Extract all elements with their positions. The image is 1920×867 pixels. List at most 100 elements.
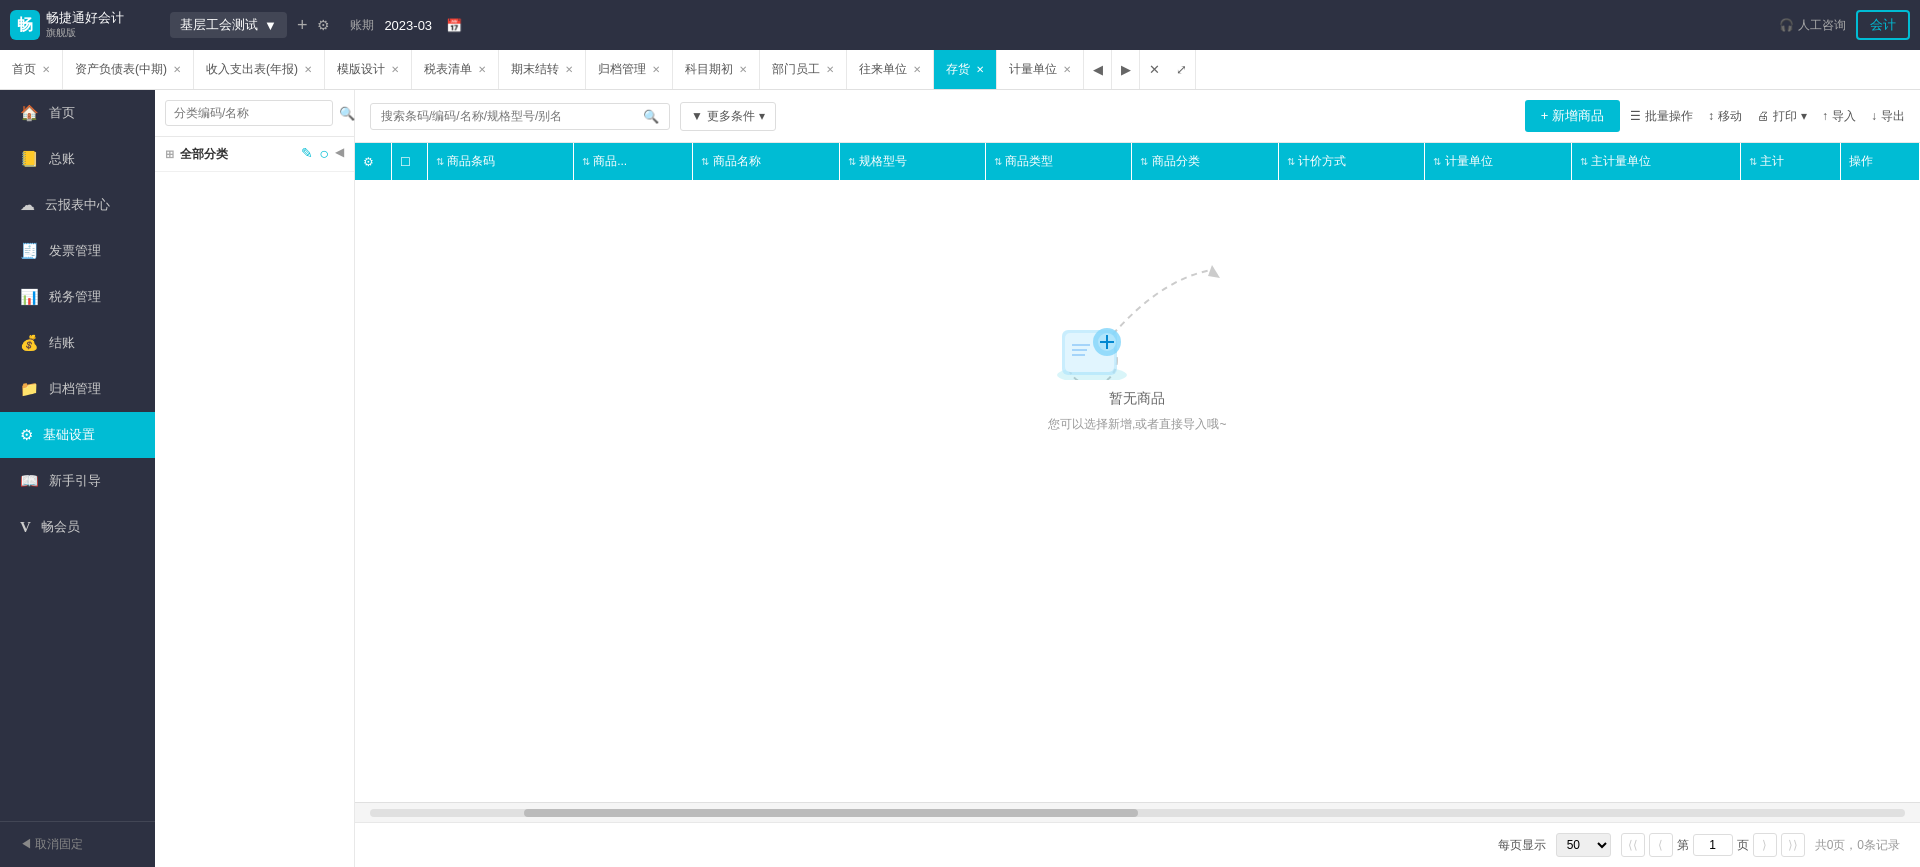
org-selector[interactable]: 基层工会测试 ▼	[170, 12, 287, 38]
tab-close-period[interactable]: ✕	[565, 64, 573, 75]
left-panel: 🔍 ⊞ 全部分类 ✎ ○ ◀	[155, 90, 355, 867]
tab-bar: 首页 ✕ 资产负债表(中期) ✕ 收入支出表(年报) ✕ 模版设计 ✕ 税表清单…	[0, 50, 1920, 90]
tab-close-tax[interactable]: ✕	[478, 64, 486, 75]
page-number-input[interactable]: 1	[1693, 834, 1733, 856]
service-btn[interactable]: 🎧 人工咨询	[1779, 17, 1846, 34]
account-btn[interactable]: 会计	[1856, 10, 1910, 40]
col-category-header[interactable]: ⇅ 商品分类	[1132, 143, 1278, 180]
search-bar: 🔍	[370, 103, 670, 130]
sidebar-item-close[interactable]: 💰 结账	[0, 320, 155, 366]
col-pricing-header[interactable]: ⇅ 计价方式	[1278, 143, 1424, 180]
tab-nav-prev[interactable]: ◀	[1084, 50, 1112, 89]
print-arrow-icon: ▾	[1801, 109, 1807, 123]
tab-archive[interactable]: 归档管理 ✕	[586, 50, 673, 89]
print-btn[interactable]: 🖨 打印 ▾	[1757, 108, 1807, 125]
category-icons: ✎ ○ ◀	[301, 145, 344, 163]
right-content: 🔍 ▼ 更多条件 ▾ + 新增商品 ☰ 批量操作 ↕	[355, 90, 1920, 867]
col-spec-header[interactable]: ⇅ 规格型号	[839, 143, 985, 180]
pagination-bar: 每页显示 50 20 100 ⟨⟨ ⟨ 第 1 页 ⟩ ⟩⟩	[355, 822, 1920, 867]
page-prefix: 第	[1677, 837, 1689, 854]
tab-vendor[interactable]: 往来单位 ✕	[847, 50, 934, 89]
collapse-left-panel-btn[interactable]: ◀	[335, 145, 344, 163]
col-name-header[interactable]: ⇅ 商品名称	[693, 143, 839, 180]
page-next-btn[interactable]: ⟩	[1753, 833, 1777, 857]
import-icon: ↑	[1822, 109, 1828, 123]
close-account-icon: 💰	[20, 334, 39, 352]
tab-close-balance[interactable]: ✕	[173, 64, 181, 75]
category-search-icon[interactable]: 🔍	[339, 106, 355, 121]
settings-icon[interactable]: ⚙	[317, 17, 330, 33]
col-barcode-header[interactable]: ⇅ 商品条码	[427, 143, 573, 180]
page-total: 共0页，0条记录	[1815, 837, 1900, 854]
col-main-unit-header[interactable]: ⇅ 主计量单位	[1571, 143, 1740, 180]
move-btn[interactable]: ↕ 移动	[1708, 108, 1742, 125]
filter-icon: ▼	[691, 109, 703, 123]
page-nav: ⟨⟨ ⟨ 第 1 页 ⟩ ⟩⟩	[1621, 833, 1805, 857]
tab-expand[interactable]: ⤢	[1168, 50, 1196, 89]
tab-close-inventory[interactable]: ✕	[976, 64, 984, 75]
category-search-input[interactable]	[165, 100, 333, 126]
more-filter-btn[interactable]: ▼ 更多条件 ▾	[680, 102, 776, 131]
add-product-btn[interactable]: + 新增商品	[1525, 100, 1620, 132]
tab-close-all[interactable]: ✕	[1140, 50, 1168, 89]
col-check-header[interactable]: ☐	[391, 143, 427, 180]
page-suffix: 页	[1737, 837, 1749, 854]
empty-illustration-svg	[1012, 260, 1262, 380]
add-category-btn[interactable]: ○	[319, 145, 329, 163]
batch-op-btn[interactable]: ☰ 批量操作	[1630, 108, 1693, 125]
scrollbar-thumb[interactable]	[524, 809, 1138, 817]
sidebar-collapse-btn[interactable]: ◀ 取消固定	[0, 821, 155, 867]
tab-subject[interactable]: 科目期初 ✕	[673, 50, 760, 89]
cloud-icon: ☁	[20, 196, 35, 214]
tab-inventory[interactable]: 存货 ✕	[934, 50, 997, 89]
col-settings-header[interactable]: ⚙	[355, 143, 391, 180]
col-action-header: 操作	[1841, 143, 1920, 180]
sidebar-item-ledger[interactable]: 📒 总账	[0, 136, 155, 182]
product-search-icon[interactable]: 🔍	[643, 109, 659, 124]
import-btn[interactable]: ↑ 导入	[1822, 108, 1856, 125]
move-icon: ↕	[1708, 109, 1714, 123]
sidebar-item-cloud[interactable]: ☁ 云报表中心	[0, 182, 155, 228]
col-main-count-header[interactable]: ⇅ 主计	[1740, 143, 1840, 180]
col-unit-header[interactable]: ⇅ 计量单位	[1425, 143, 1571, 180]
tab-close-template[interactable]: ✕	[391, 64, 399, 75]
page-last-btn[interactable]: ⟩⟩	[1781, 833, 1805, 857]
product-search-input[interactable]	[381, 109, 637, 123]
sidebar-item-invoice[interactable]: 🧾 发票管理	[0, 228, 155, 274]
tab-unit[interactable]: 计量单位 ✕	[997, 50, 1084, 89]
tab-template[interactable]: 模版设计 ✕	[325, 50, 412, 89]
export-btn[interactable]: ↓ 导出	[1871, 108, 1905, 125]
page-prev-btn[interactable]: ⟨	[1649, 833, 1673, 857]
calendar-icon[interactable]: 📅	[446, 18, 462, 33]
tab-close-income[interactable]: ✕	[304, 64, 312, 75]
tab-close-subject[interactable]: ✕	[739, 64, 747, 75]
invoice-icon: 🧾	[20, 242, 39, 260]
sidebar-item-member[interactable]: V 畅会员	[0, 504, 155, 550]
sidebar-item-guide[interactable]: 📖 新手引导	[0, 458, 155, 504]
tab-dept[interactable]: 部门员工 ✕	[760, 50, 847, 89]
tab-close-homepage[interactable]: ✕	[42, 64, 50, 75]
tab-close-vendor[interactable]: ✕	[913, 64, 921, 75]
tab-close-dept[interactable]: ✕	[826, 64, 834, 75]
sidebar-item-archive[interactable]: 📁 归档管理	[0, 366, 155, 412]
tab-tax[interactable]: 税表清单 ✕	[412, 50, 499, 89]
sidebar-item-basic[interactable]: ⚙ 基础设置	[0, 412, 155, 458]
page-first-btn[interactable]: ⟨⟨	[1621, 833, 1645, 857]
tab-homepage[interactable]: 首页 ✕	[0, 50, 63, 89]
col-code-header[interactable]: ⇅ 商品...	[573, 143, 693, 180]
tab-period-close[interactable]: 期末结转 ✕	[499, 50, 586, 89]
horizontal-scrollbar[interactable]	[370, 809, 1905, 817]
tab-income[interactable]: 收入支出表(年报) ✕	[194, 50, 325, 89]
tab-balance-sheet[interactable]: 资产负债表(中期) ✕	[63, 50, 194, 89]
edit-category-btn[interactable]: ✎	[301, 145, 313, 163]
member-icon: V	[20, 519, 31, 536]
tab-close-unit[interactable]: ✕	[1063, 64, 1071, 75]
sidebar: 🏠 首页 📒 总账 ☁ 云报表中心 🧾 发票管理 📊 税务管理 💰 结账 📁 归…	[0, 90, 155, 867]
per-page-select[interactable]: 50 20 100	[1556, 833, 1611, 857]
sidebar-item-tax[interactable]: 📊 税务管理	[0, 274, 155, 320]
tab-nav-next[interactable]: ▶	[1112, 50, 1140, 89]
sidebar-item-home[interactable]: 🏠 首页	[0, 90, 155, 136]
tab-close-archive[interactable]: ✕	[652, 64, 660, 75]
add-org-btn[interactable]: +	[297, 15, 308, 36]
col-type-header[interactable]: ⇅ 商品类型	[986, 143, 1132, 180]
